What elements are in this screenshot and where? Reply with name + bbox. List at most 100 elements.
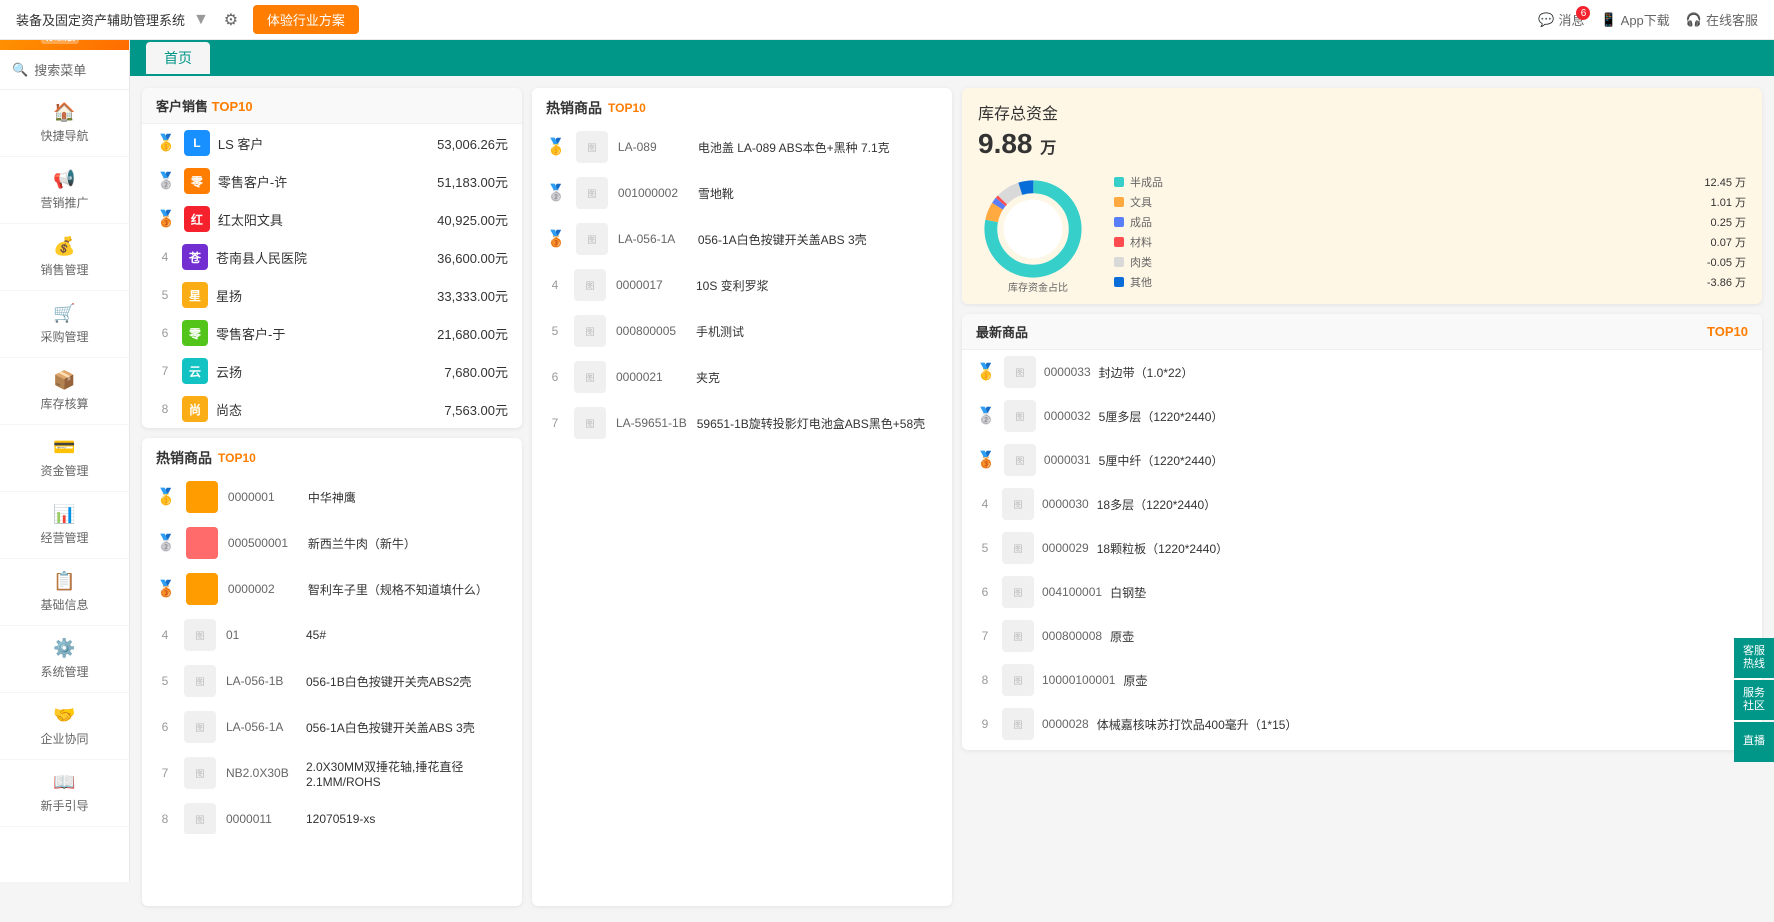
- product-image: 图: [574, 269, 606, 301]
- customer-amount: 7,680.00元: [444, 362, 508, 381]
- float-button-1[interactable]: 服务 社区: [1734, 680, 1774, 720]
- donut-svg: [978, 174, 1088, 284]
- app-download-button[interactable]: 📱 App下载: [1600, 10, 1669, 29]
- legend-value: -0.05 万: [1676, 254, 1746, 270]
- nav-icon-0: 🏠: [53, 102, 75, 123]
- try-button[interactable]: 体验行业方案: [253, 5, 359, 34]
- nav-icon-10: 📖: [53, 772, 75, 793]
- tab-首页[interactable]: 首页: [146, 42, 210, 74]
- message-badge: 6: [1576, 6, 1590, 20]
- sidebar-item-企业协同[interactable]: 🤝 企业协同: [0, 693, 129, 760]
- donut-chart: 库存资金占比: [978, 174, 1098, 294]
- message-button[interactable]: 💬 消息 6: [1538, 10, 1584, 29]
- rank-num: 7: [546, 416, 564, 430]
- nav-icon-9: 🤝: [53, 705, 75, 726]
- nav-label-10: 新手引导: [40, 797, 88, 814]
- sidebar-nav: 🏠快捷导航📢营销推广💰销售管理🛒采购管理📦库存核算💳资金管理📊经营管理📋基础信息…: [0, 90, 129, 882]
- product-name: 59651-1B旋转投影灯电池盒ABS黑色+58壳: [697, 415, 938, 432]
- legend-name: 材料: [1130, 234, 1670, 250]
- new-products-header: 最新商品 TOP10: [962, 314, 1762, 350]
- product-image: [186, 481, 218, 513]
- legend-item-肉类: 肉类 -0.05 万: [1114, 254, 1746, 270]
- product-code: LA-59651-1B: [616, 416, 687, 430]
- sidebar-item-资金管理[interactable]: 💳资金管理: [0, 425, 129, 492]
- product-name: 056-1B白色按键开关壳ABS2壳: [306, 673, 508, 690]
- nav-label-9: 企业协同: [40, 730, 88, 747]
- sidebar-item-营销推广[interactable]: 📢营销推广: [0, 157, 129, 224]
- product-image: 图: [184, 711, 216, 743]
- product-name: 原壶: [1110, 628, 1748, 645]
- sidebar-item-新手引导[interactable]: 📖 新手引导: [0, 760, 129, 827]
- legend-item-材料: 材料 0.07 万: [1114, 234, 1746, 250]
- customer-name: 尚态: [216, 400, 436, 419]
- product-image: 图: [574, 361, 606, 393]
- customer-name: 红太阳文具: [218, 210, 429, 229]
- rank-num: 9: [976, 717, 994, 731]
- content-area: 客户销售 TOP10 🥇 L LS 客户 53,006.26元 🥈 零 零售客户…: [130, 76, 1774, 918]
- chevron-down-icon[interactable]: ▼: [193, 11, 209, 29]
- rank-medal: 🥉: [156, 209, 176, 229]
- legend-dot: [1114, 177, 1124, 187]
- product-code: 0000030: [1042, 497, 1089, 511]
- product-name: 智利车子里（规格不知道填什么）: [308, 581, 508, 598]
- customer-item-1: 🥇 L LS 客户 53,006.26元: [142, 124, 522, 162]
- product-name: 中华神鹰: [308, 489, 508, 506]
- sidebar-item-快捷导航[interactable]: 🏠快捷导航: [0, 90, 129, 157]
- customer-item-6: 6 零 零售客户-于 21,680.00元: [142, 314, 522, 352]
- customer-item-5: 5 星 星扬 33,333.00元: [142, 276, 522, 314]
- sidebar-item-系统管理[interactable]: ⚙️系统管理: [0, 626, 129, 693]
- inventory-amount: 9.88 万: [962, 124, 1762, 164]
- customer-name: 零售客户-许: [218, 172, 429, 191]
- new-product-6: 6 图 004100001 白钢垫: [962, 570, 1762, 614]
- product-name: 10S 变利罗浆: [696, 277, 938, 294]
- product-image: 图: [576, 177, 608, 209]
- product-name: 45#: [306, 628, 508, 642]
- hot-product-right-5: 5 图 000800005 手机测试: [532, 308, 952, 354]
- settings-button[interactable]: ⚙: [217, 6, 245, 34]
- rank-num: 6: [156, 326, 174, 340]
- product-code: 000500001: [228, 536, 298, 550]
- product-image: 图: [576, 131, 608, 163]
- product-code: LA-056-1A: [226, 720, 296, 734]
- product-name: 056-1A白色按键开关盖ABS 3壳: [306, 719, 508, 736]
- float-button-0[interactable]: 客服 热线: [1734, 638, 1774, 678]
- product-name: 18颗粒板（1220*2440）: [1097, 540, 1748, 557]
- sidebar-item-销售管理[interactable]: 💰销售管理: [0, 224, 129, 291]
- new-product-3: 🥉 图 0000031 5厘中纤（1220*2440）: [962, 438, 1762, 482]
- product-code: 0000032: [1044, 409, 1091, 423]
- legend-item-半成品: 半成品 12.45 万: [1114, 174, 1746, 190]
- inventory-title: 库存总资金: [962, 88, 1762, 124]
- product-code: 0000021: [616, 370, 686, 384]
- rank-num: 4: [156, 628, 174, 642]
- rank-num: 4: [156, 250, 174, 264]
- nav-icon-6: 📊: [53, 504, 75, 525]
- product-code: LA-089: [618, 140, 688, 154]
- product-image: 图: [184, 757, 216, 789]
- middle-panel: 热销商品 TOP10 🥇 图 LA-089 电池盖 LA-089 ABS本色+黑…: [532, 88, 952, 906]
- online-service-button[interactable]: 🎧 在线客服: [1686, 10, 1758, 29]
- search-menu-button[interactable]: 🔍 搜索菜单: [0, 50, 129, 90]
- new-product-9: 9 图 0000028 体械嘉核味苏打饮品400毫升（1*15）: [962, 702, 1762, 746]
- product-name: 新西兰牛肉（新牛）: [308, 535, 508, 552]
- hot-product-left-5: 5 图 LA-056-1B 056-1B白色按键开关壳ABS2壳: [142, 658, 522, 704]
- customer-sales-list: 🥇 L LS 客户 53,006.26元 🥈 零 零售客户-许 51,183.0…: [142, 124, 522, 428]
- customer-avatar: 尚: [182, 396, 208, 422]
- customer-name: 零售客户-于: [216, 324, 429, 343]
- customer-amount: 33,333.00元: [437, 286, 508, 305]
- sidebar-item-经营管理[interactable]: 📊经营管理: [0, 492, 129, 559]
- float-button-2[interactable]: 直播: [1734, 722, 1774, 762]
- product-image: 图: [1004, 444, 1036, 476]
- right-panel: 库存总资金 9.88 万 库存资金占比 半成品: [962, 88, 1762, 906]
- customer-avatar: 零: [182, 320, 208, 346]
- product-name: 原壶: [1123, 672, 1748, 689]
- sidebar-item-库存核算[interactable]: 📦库存核算: [0, 358, 129, 425]
- product-image: 图: [1004, 356, 1036, 388]
- sidebar-item-采购管理[interactable]: 🛒采购管理: [0, 291, 129, 358]
- product-code: NB2.0X30B: [226, 766, 296, 780]
- product-image: 图: [574, 315, 606, 347]
- product-image: 图: [1002, 620, 1034, 652]
- donut-label: 库存资金占比: [1008, 279, 1068, 294]
- sidebar-item-基础信息[interactable]: 📋基础信息: [0, 559, 129, 626]
- rank-num: 7: [976, 629, 994, 643]
- new-product-5: 5 图 0000029 18颗粒板（1220*2440）: [962, 526, 1762, 570]
